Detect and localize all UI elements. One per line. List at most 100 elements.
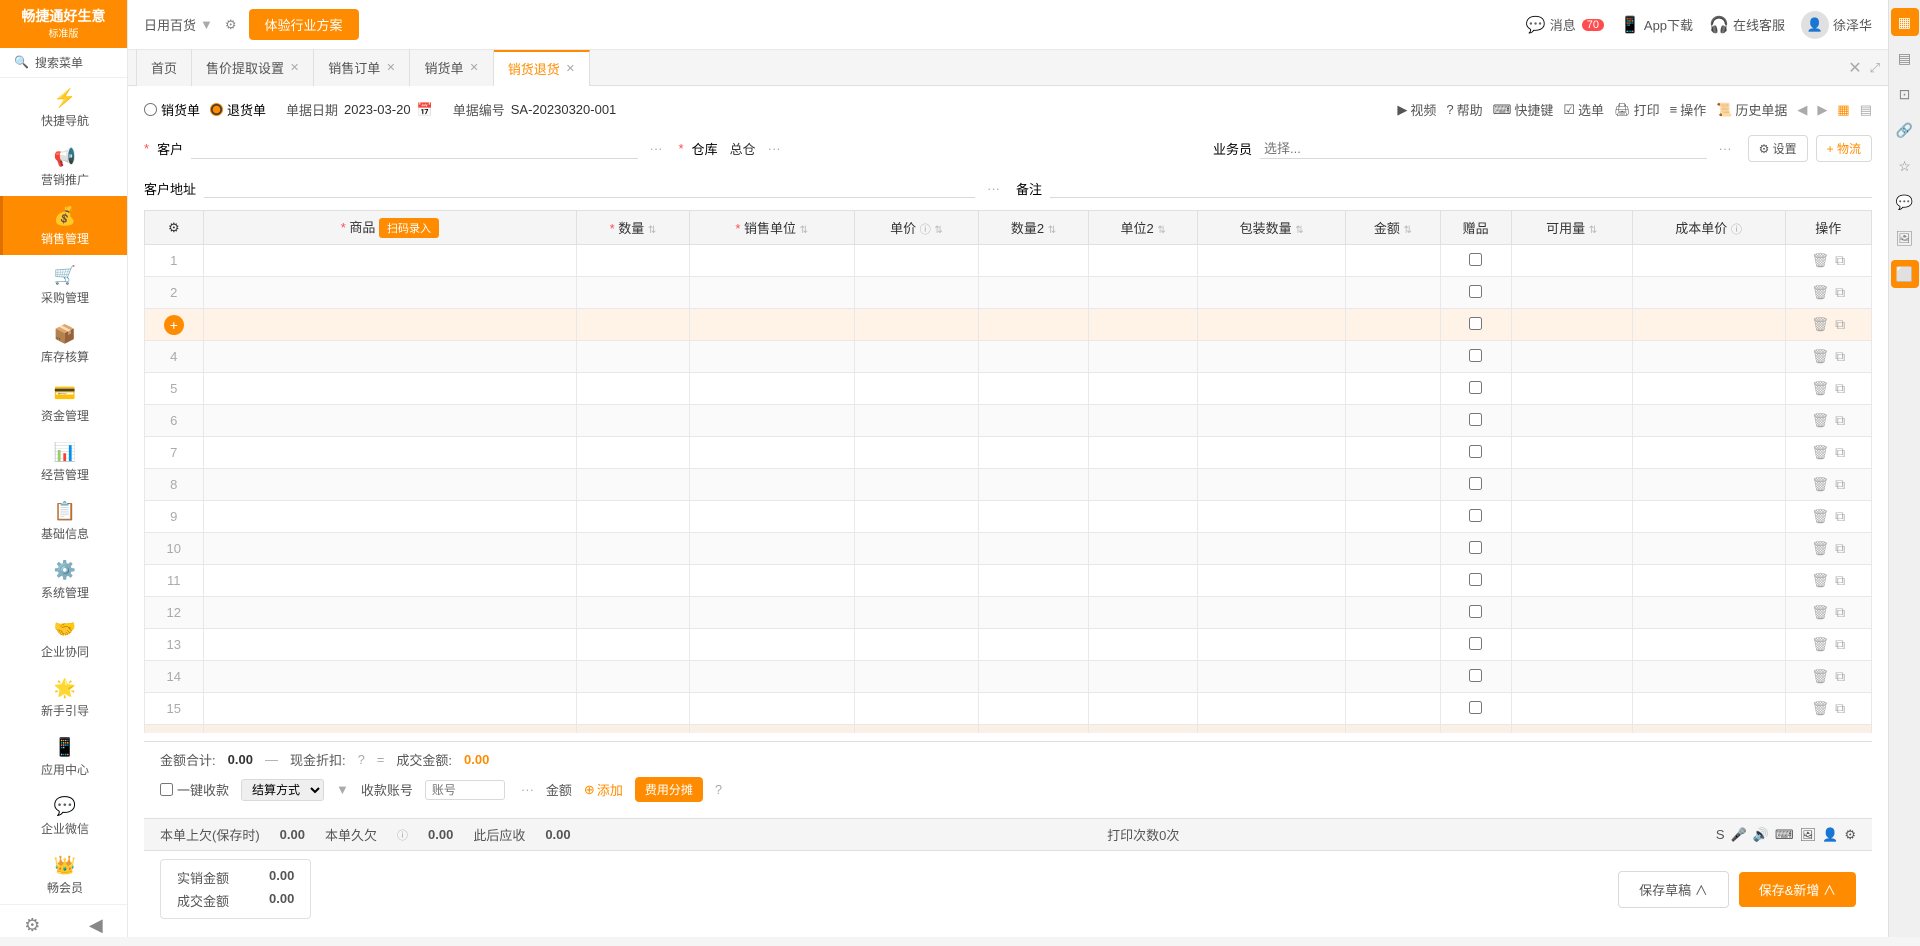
operation-action[interactable]: ≡ 操作 — [1670, 100, 1707, 119]
topbar-gear-icon[interactable]: ⚙ — [225, 17, 237, 33]
close-all-tabs-icon[interactable]: ✕ — [1848, 58, 1861, 78]
sidebar-item-guide[interactable]: 🌟 新手引导 — [0, 668, 127, 727]
print-action[interactable]: 🖨 打印 — [1614, 100, 1660, 119]
one-click-payment-checkbox[interactable] — [160, 783, 173, 796]
package-qty-cell[interactable] — [1198, 373, 1345, 405]
sidebar-item-sales[interactable]: 💰 销售管理 — [0, 196, 127, 255]
amount-cell[interactable] — [1345, 597, 1440, 629]
package-qty-cell[interactable] — [1198, 245, 1345, 277]
sales-unit-cell[interactable] — [689, 597, 854, 629]
address-more-icon[interactable]: ··· — [987, 181, 1000, 196]
quantity-cell[interactable] — [577, 661, 690, 693]
gift-cell[interactable] — [1440, 405, 1511, 437]
quantity2-cell[interactable] — [979, 661, 1089, 693]
sales-unit-cell[interactable] — [689, 437, 854, 469]
settings-icon[interactable]: ⚙ — [1844, 827, 1856, 843]
unit-price-cell[interactable] — [854, 437, 979, 469]
quantity2-cell[interactable] — [979, 405, 1089, 437]
unit2-cell[interactable] — [1088, 629, 1198, 661]
quantity2-sort-icon[interactable]: ⇅ — [1048, 225, 1056, 236]
amount-cell[interactable] — [1345, 533, 1440, 565]
sales-unit-cell[interactable] — [689, 501, 854, 533]
account-more-icon[interactable]: ··· — [521, 782, 534, 797]
quantity2-cell[interactable] — [979, 597, 1089, 629]
sales-unit-cell[interactable] — [689, 373, 854, 405]
amount-cell[interactable] — [1345, 309, 1440, 341]
scan-button[interactable]: 扫码录入 — [379, 218, 439, 238]
keyboard-icon[interactable]: ⌨ — [1775, 827, 1794, 843]
gift-checkbox[interactable] — [1469, 349, 1482, 362]
gift-cell[interactable] — [1440, 277, 1511, 309]
unit-price-cell[interactable] — [854, 565, 979, 597]
add-row-button[interactable]: + — [164, 315, 184, 335]
sales-unit-cell[interactable] — [689, 629, 854, 661]
help-action[interactable]: ? 帮助 — [1446, 100, 1482, 119]
gift-checkbox[interactable] — [1469, 605, 1482, 618]
unit2-cell[interactable] — [1088, 405, 1198, 437]
unit-price-cell[interactable] — [854, 661, 979, 693]
quantity-cell[interactable] — [577, 309, 690, 341]
sidebar-item-promotion[interactable]: 📢 营销推广 — [0, 137, 127, 196]
quantity-cell[interactable] — [577, 405, 690, 437]
unit-price-cell[interactable] — [854, 693, 979, 725]
copy-row-icon[interactable]: ⧉ — [1835, 572, 1845, 589]
save-draft-button[interactable]: 保存草稿 ∧ — [1618, 871, 1729, 908]
unit-price-cell[interactable] — [854, 277, 979, 309]
available-cell[interactable] — [1511, 245, 1632, 277]
amount-cell[interactable] — [1345, 661, 1440, 693]
delete-row-icon[interactable]: 🗑 — [1811, 700, 1829, 717]
available-cell[interactable] — [1511, 437, 1632, 469]
delete-row-icon[interactable]: 🗑 — [1811, 604, 1829, 621]
sidebar-item-basic[interactable]: 📋 基础信息 — [0, 491, 127, 550]
amount-cell[interactable] — [1345, 565, 1440, 597]
view-toggle1[interactable]: ▦ — [1837, 102, 1849, 118]
available-cell[interactable] — [1511, 277, 1632, 309]
right-sidebar-upload[interactable]: ⬜ — [1891, 260, 1919, 288]
customer-input[interactable] — [191, 139, 637, 159]
quantity2-cell[interactable] — [979, 501, 1089, 533]
radio-sales[interactable]: 销货单 — [144, 100, 200, 119]
sales-unit-cell[interactable] — [689, 405, 854, 437]
right-sidebar-expand[interactable]: ⊡ — [1891, 80, 1919, 108]
copy-row-icon[interactable]: ⧉ — [1835, 444, 1845, 461]
quantity2-cell[interactable] — [979, 309, 1089, 341]
quantity-cell[interactable] — [577, 437, 690, 469]
fenyong-button[interactable]: 费用分摊 — [635, 777, 703, 802]
quantity2-cell[interactable] — [979, 373, 1089, 405]
gift-checkbox[interactable] — [1469, 509, 1482, 522]
available-cell[interactable] — [1511, 661, 1632, 693]
unit2-cell[interactable] — [1088, 373, 1198, 405]
goods-cell[interactable] — [203, 661, 577, 693]
quantity-cell[interactable] — [577, 469, 690, 501]
goods-cell[interactable] — [203, 405, 577, 437]
unit-price-cell[interactable] — [854, 469, 979, 501]
sales-unit-cell[interactable] — [689, 309, 854, 341]
tab-sales-return[interactable]: 销货退货 ✕ — [494, 50, 590, 86]
sidebar-collapse-icon[interactable]: ◀ — [89, 915, 103, 936]
sidebar-item-search[interactable]: 🔍 搜索菜单 — [0, 48, 127, 78]
user-profile-item[interactable]: 👤 徐泽华 — [1801, 11, 1872, 39]
goods-cell[interactable] — [203, 245, 577, 277]
right-sidebar-grid1[interactable]: ▦ — [1891, 8, 1919, 36]
goods-cell[interactable] — [203, 277, 577, 309]
goods-cell[interactable] — [203, 629, 577, 661]
single-debt-info-icon[interactable]: ⓘ — [397, 827, 408, 843]
sidebar-settings-icon[interactable]: ⚙ — [24, 915, 40, 936]
package-qty-cell[interactable] — [1198, 501, 1345, 533]
available-cell[interactable] — [1511, 629, 1632, 661]
radio-return[interactable]: 退货单 — [210, 100, 266, 119]
person-icon[interactable]: 👤 — [1822, 827, 1838, 843]
gift-checkbox[interactable] — [1469, 445, 1482, 458]
tab-sales-close[interactable]: ✕ — [470, 61, 479, 74]
speaker-icon[interactable]: 🔊 — [1753, 827, 1769, 843]
gift-checkbox[interactable] — [1469, 541, 1482, 554]
quantity2-cell[interactable] — [979, 245, 1089, 277]
copy-row-icon[interactable]: ⧉ — [1835, 476, 1845, 493]
sales-unit-cell[interactable] — [689, 693, 854, 725]
gift-cell[interactable] — [1440, 661, 1511, 693]
tab-sales-order-close[interactable]: ✕ — [386, 61, 395, 74]
package-qty-cell[interactable] — [1198, 405, 1345, 437]
amount-cell[interactable] — [1345, 341, 1440, 373]
available-cell[interactable] — [1511, 341, 1632, 373]
package-qty-cell[interactable] — [1198, 661, 1345, 693]
